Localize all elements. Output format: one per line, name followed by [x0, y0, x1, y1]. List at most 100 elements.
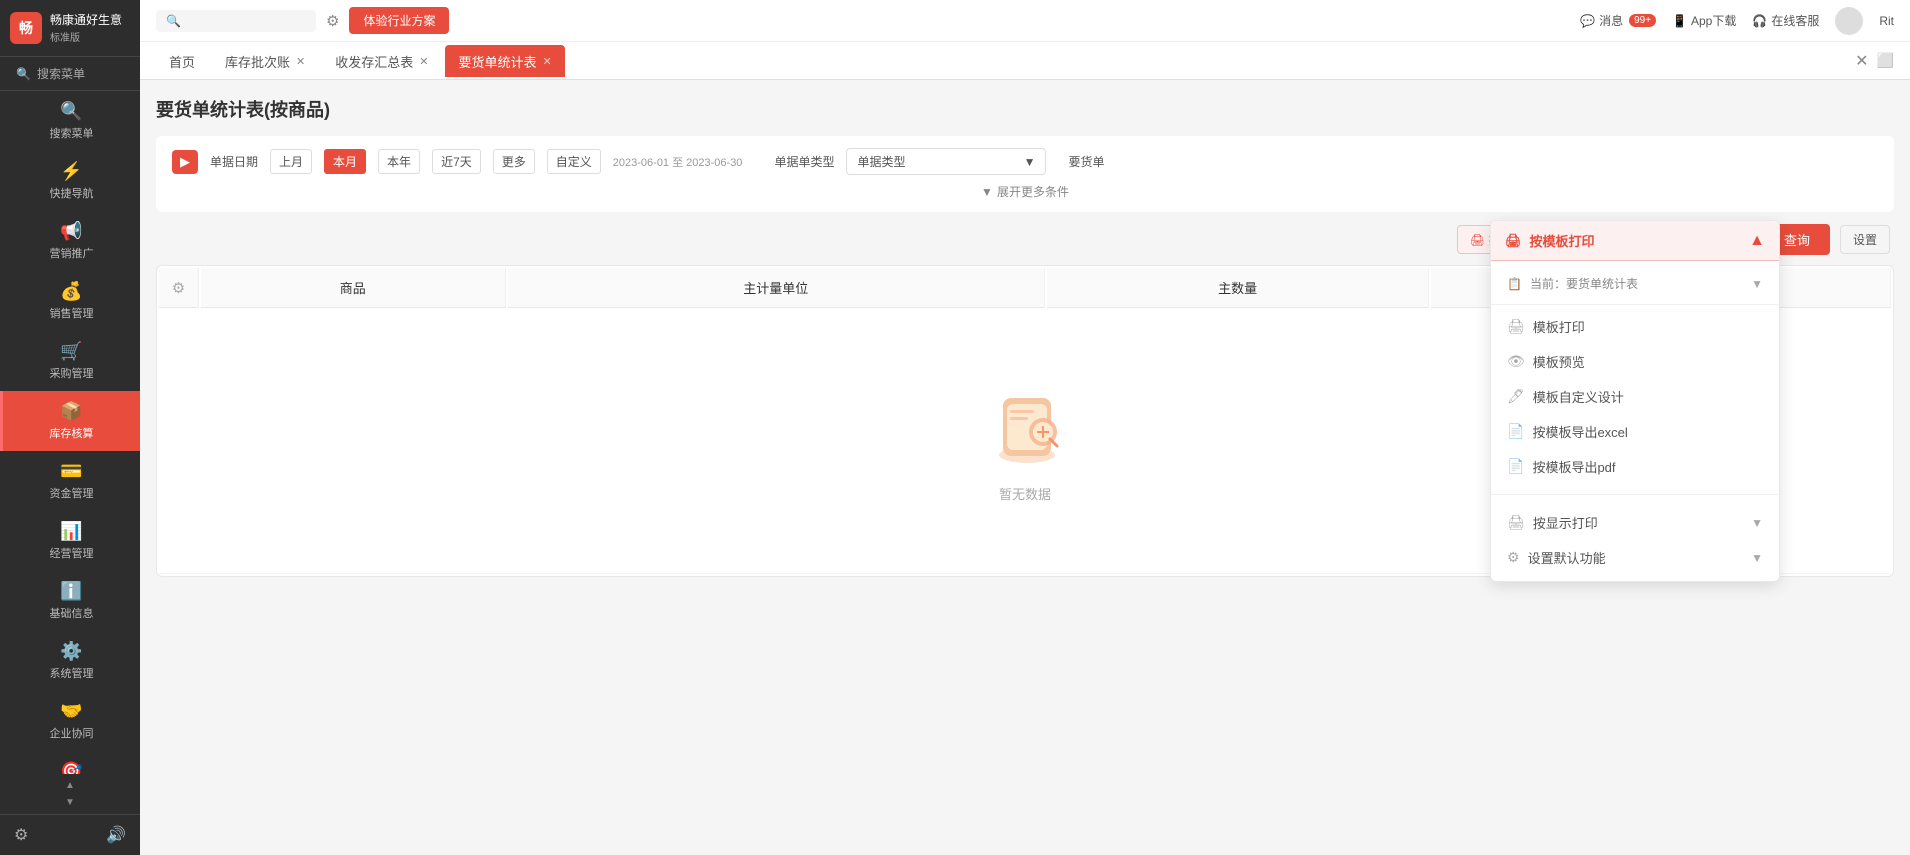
sidebar-search-label: 搜索菜单 — [37, 65, 85, 82]
tab-batch-account[interactable]: 库存批次账✕ — [212, 45, 318, 77]
empty-state-icon — [975, 380, 1075, 470]
sidebar-icon-system: ⚙️ — [60, 641, 82, 662]
app-download-icon: 📱 — [1672, 14, 1687, 28]
topbar-search-icon: 🔍 — [166, 14, 181, 28]
window-close-icon[interactable]: ✕ — [1855, 51, 1868, 71]
sidebar-item-system[interactable]: ⚙️ 系统管理 — [0, 631, 140, 691]
expand-more-btn[interactable]: ▼ 展开更多条件 — [981, 183, 1069, 200]
sidebar-item-basic[interactable]: ℹ️ 基础信息 — [0, 571, 140, 631]
sidebar-icon-inventory: 📦 — [60, 401, 82, 422]
date-btn-more[interactable]: 更多 — [493, 149, 535, 174]
col-unit: 主计量单位 — [508, 268, 1045, 308]
dropdown-header: 🖨 按模板打印 ▲ — [1491, 221, 1779, 261]
sidebar-search[interactable]: 🔍 搜索菜单 — [0, 57, 140, 91]
dropdown-item-set-default[interactable]: ⚙ 设置默认功能 ▼ — [1491, 540, 1779, 575]
tab-order-summary[interactable]: 要货单统计表 ✕ — [445, 45, 564, 77]
date-btn-custom[interactable]: 自定义 — [547, 149, 601, 174]
dropdown-print-icon: 🖨 — [1505, 233, 1522, 249]
sidebar-item-marketing[interactable]: 📢 营销推广 — [0, 211, 140, 271]
template-preview-label: 模板预览 — [1533, 352, 1585, 371]
dropdown-current-label: 📋 当前：要货单统计表 ▼ — [1491, 267, 1779, 300]
sidebar-item-purchase[interactable]: 🛒 采购管理 — [0, 331, 140, 391]
app-download-group[interactable]: 📱 App下载 — [1672, 12, 1736, 29]
filter-row-1: ▶ 单据日期 上月 本月 本年 近7天 更多 自定义 2023-06-01 至 … — [172, 148, 1878, 175]
sidebar-scroll-up[interactable]: ▲ — [63, 778, 77, 793]
expand-arrow-btn[interactable]: ▶ — [172, 150, 198, 174]
set-default-label: 设置默认功能 — [1528, 548, 1606, 567]
headset-icon: 🎧 — [1752, 14, 1767, 28]
app-download-label: App下载 — [1691, 12, 1736, 29]
settings-footer-icon[interactable]: ⚙ — [14, 825, 28, 845]
sidebar-label-operation: 经营管理 — [50, 545, 94, 561]
sidebar-logo: 畅 畅康通好生意 标准版 — [0, 0, 140, 57]
sidebar-icon-quick-nav: ⚡ — [60, 161, 82, 182]
sidebar-icon-finance: 💳 — [60, 461, 82, 482]
sidebar-label-finance: 资金管理 — [50, 485, 94, 501]
message-group[interactable]: 💬 消息 99+ — [1580, 12, 1656, 29]
sidebar-icon-guide: 🎯 — [60, 761, 82, 774]
dropdown-item-export-excel[interactable]: 📄 按模板导出excel — [1491, 414, 1779, 449]
dropdown-close-btn[interactable]: ▲ — [1749, 232, 1765, 250]
topbar-settings-icon[interactable]: ⚙ — [326, 12, 339, 30]
sidebar-item-quick-nav[interactable]: ⚡ 快捷导航 — [0, 151, 140, 211]
filter-type-select[interactable]: 单据类型 ▼ — [846, 148, 1046, 175]
date-btn-this-year[interactable]: 本年 — [378, 149, 420, 174]
tab-label-collection-summary: 收发存汇总表 — [335, 52, 413, 71]
sidebar-item-operation[interactable]: 📊 经营管理 — [0, 511, 140, 571]
template-preview-icon: 👁 — [1507, 353, 1525, 370]
sidebar-icon-sales: 💰 — [60, 281, 82, 302]
date-btn-this-month[interactable]: 本月 — [324, 149, 366, 174]
topbar: 🔍 ⚙ 体验行业方案 💬 消息 99+ 📱 App下载 🎧 在线客服 Rit — [140, 0, 1910, 42]
online-service-label: 在线客服 — [1771, 12, 1819, 29]
sidebar-item-collab[interactable]: 🤝 企业协同 — [0, 691, 140, 751]
tab-label-order-summary: 要货单统计表 — [458, 52, 536, 71]
table-settings-btn[interactable]: 设置 — [1840, 225, 1890, 254]
sidebar-item-sales[interactable]: 💰 销售管理 — [0, 271, 140, 331]
empty-text: 暂无数据 — [999, 484, 1051, 503]
tab-close-order-summary[interactable]: ✕ — [543, 55, 552, 68]
current-chevron-icon: ▼ — [1751, 277, 1763, 291]
tab-close-batch-account[interactable]: ✕ — [296, 55, 305, 68]
dropdown-title: 🖨 按模板打印 — [1505, 231, 1595, 250]
expand-more-label: 展开更多条件 — [997, 183, 1069, 200]
sound-footer-icon[interactable]: 🔊 — [106, 825, 126, 845]
user-avatar[interactable] — [1835, 7, 1863, 35]
window-maximize-icon[interactable]: ⬜ — [1877, 52, 1894, 69]
date-btn-last-month[interactable]: 上月 — [270, 149, 312, 174]
current-doc-icon: 📋 — [1507, 277, 1522, 291]
filter-type-label: 单据单类型 — [774, 153, 834, 170]
filter-card: ▶ 单据日期 上月 本月 本年 近7天 更多 自定义 2023-06-01 至 … — [156, 136, 1894, 212]
sidebar-label-system: 系统管理 — [50, 665, 94, 681]
dropdown-section-2: 🖨 按显示打印 ▼ ⚙ 设置默认功能 ▼ — [1491, 499, 1779, 581]
sidebar-item-finance[interactable]: 💳 资金管理 — [0, 451, 140, 511]
dropdown-item-display-print[interactable]: 🖨 按显示打印 ▼ — [1491, 505, 1779, 540]
dropdown-item-template-custom[interactable]: 🖊 模板自定义设计 — [1491, 379, 1779, 414]
sidebar-scroll-down[interactable]: ▼ — [63, 795, 77, 810]
dropdown-item-template-preview[interactable]: 👁 模板预览 — [1491, 344, 1779, 379]
dropdown-item-template-print[interactable]: 🖨 模板打印 — [1491, 309, 1779, 344]
main-content: 🔍 ⚙ 体验行业方案 💬 消息 99+ 📱 App下载 🎧 在线客服 Rit — [140, 0, 1910, 855]
dropdown-item-export-pdf[interactable]: 📄 按模板导出pdf — [1491, 449, 1779, 484]
sidebar-item-search[interactable]: 🔍 搜索菜单 — [0, 91, 140, 151]
search-icon: 🔍 — [16, 67, 31, 81]
tab-close-collection-summary[interactable]: ✕ — [419, 55, 428, 68]
sidebar-icon-purchase: 🛒 — [60, 341, 82, 362]
chevron-down-icon: ▼ — [1024, 155, 1036, 169]
template-custom-icon: 🖊 — [1507, 388, 1525, 405]
sidebar-icon-search: 🔍 — [60, 101, 82, 122]
sidebar-item-guide[interactable]: 🎯 新手引导 — [0, 751, 140, 774]
logo-icon: 畅 — [10, 12, 42, 44]
experience-btn[interactable]: 体验行业方案 — [349, 7, 449, 34]
sidebar-label-basic: 基础信息 — [50, 605, 94, 621]
date-btn-7days[interactable]: 近7天 — [432, 149, 481, 174]
dropdown-current-text: 当前：要货单统计表 — [1530, 275, 1638, 292]
topbar-search-box[interactable]: 🔍 — [156, 10, 316, 32]
tab-home[interactable]: 首页 — [156, 45, 208, 77]
table-col-settings-icon[interactable]: ⚙ — [172, 280, 185, 297]
tab-collection-summary[interactable]: 收发存汇总表 ✕ — [322, 45, 441, 77]
display-print-icon: 🖨 — [1507, 514, 1525, 531]
print-dropdown-panel: 🖨 按模板打印 ▲ 📋 当前：要货单统计表 ▼ 🖨 模板 — [1490, 220, 1780, 582]
sidebar-item-inventory[interactable]: 📦 库存核算 — [0, 391, 140, 451]
export-excel-label: 按模板导出excel — [1532, 422, 1627, 441]
online-service-group[interactable]: 🎧 在线客服 — [1752, 12, 1819, 29]
